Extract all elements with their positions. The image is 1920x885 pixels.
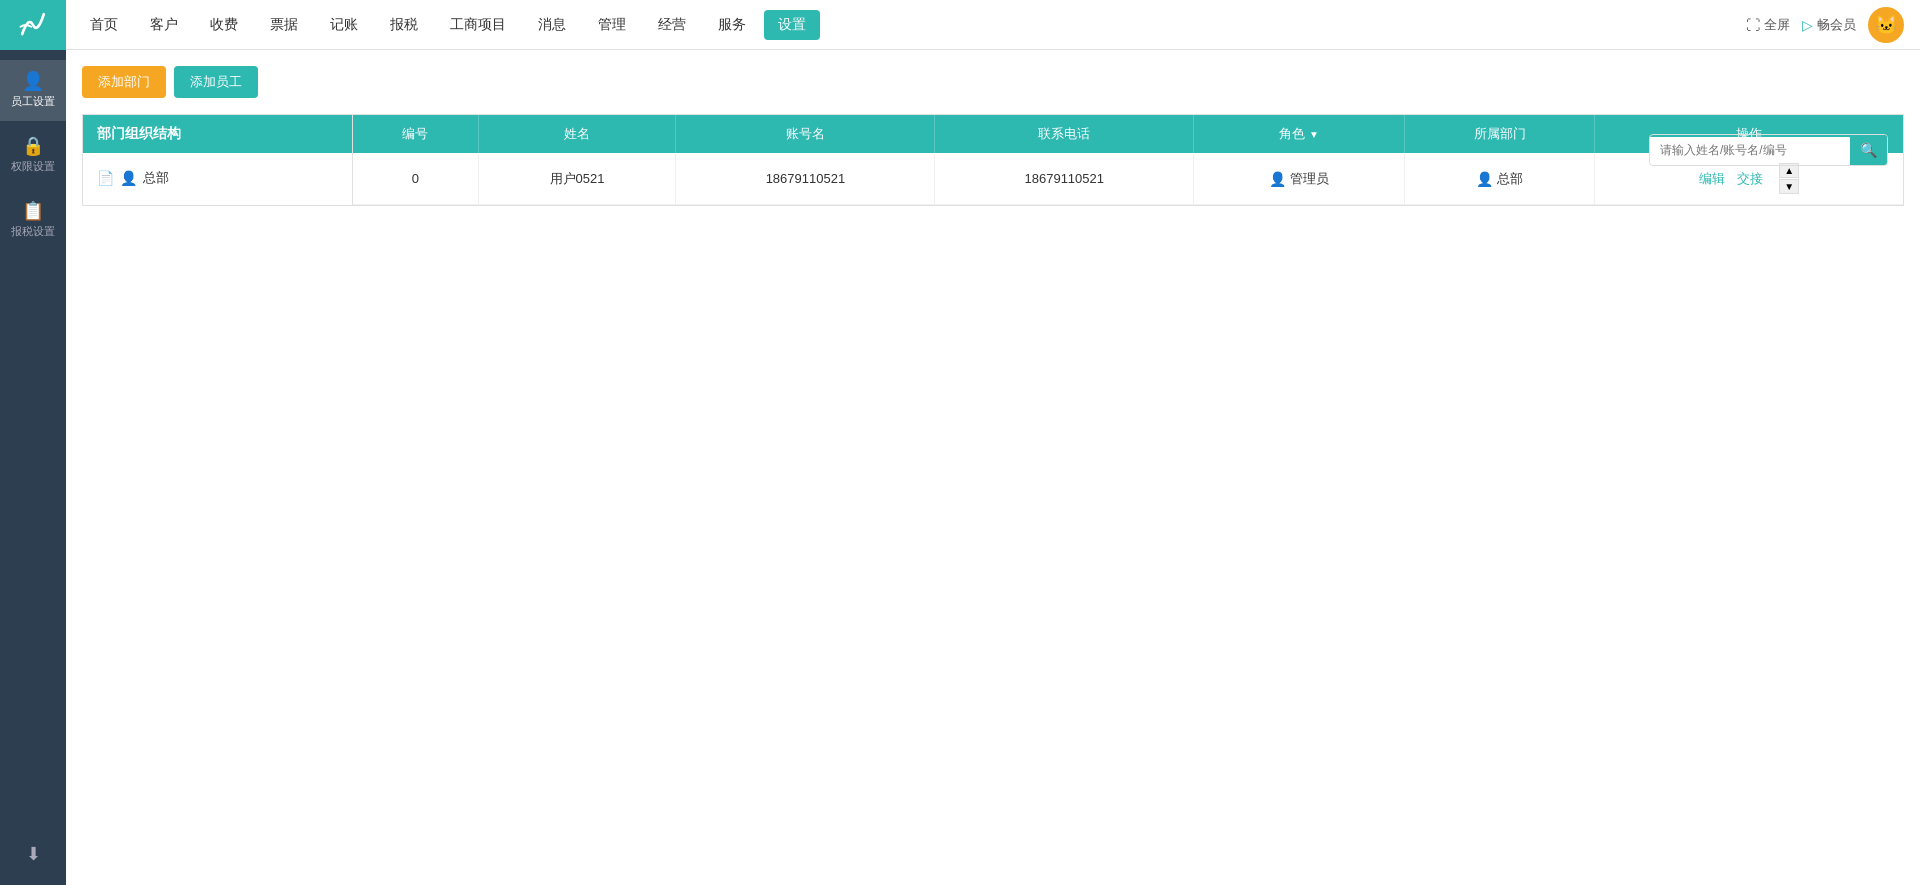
tree-body: 📄 👤 总部 [83,153,352,203]
dept-user-icon: 👤 [1476,171,1493,187]
fullscreen-icon: ⛶ [1746,17,1760,33]
search-bar: 🔍 [1649,134,1888,166]
col-account: 账号名 [676,115,935,153]
content-area: 添加部门 添加员工 🔍 部门组织结构 📄 [66,50,1920,885]
dept-label: 总部 [1497,170,1523,188]
cell-dept: 👤 总部 [1404,153,1595,205]
sidebar: 👤 员工设置 🔒 权限设置 📋 报税设置 ⬇ [0,50,66,885]
scroll-down-btn[interactable]: ▼ [1779,179,1799,194]
col-role: 角色 ▼ [1194,115,1405,153]
table-layout: 部门组织结构 📄 👤 总部 编号 [82,114,1904,206]
sidebar-bottom: ⬇ [0,833,66,885]
sidebar-label-tax: 报税设置 [11,224,55,239]
vip-icon: ▷ [1802,17,1813,33]
role-filter-icon[interactable]: ▼ [1309,129,1319,140]
permission-icon: 🔒 [22,137,44,155]
nav-manage[interactable]: 管理 [584,10,640,40]
download-icon: ⬇ [26,845,41,863]
add-dept-button[interactable]: 添加部门 [82,66,166,98]
nav-message[interactable]: 消息 [524,10,580,40]
col-phone: 联系电话 [935,115,1194,153]
nav-customer[interactable]: 客户 [136,10,192,40]
sidebar-label-employee: 员工设置 [11,94,55,109]
tree-item-label: 总部 [143,169,169,187]
edit-link[interactable]: 编辑 [1699,170,1725,188]
fullscreen-btn[interactable]: ⛶ 全屏 [1746,16,1790,34]
nav-settings[interactable]: 设置 [764,10,820,40]
tree-header: 部门组织结构 [83,115,352,153]
nav-bill[interactable]: 票据 [256,10,312,40]
sidebar-label-permission: 权限设置 [11,159,55,174]
nav-right: ⛶ 全屏 ▷ 畅会员 🐱 [1746,7,1920,43]
employee-icon: 👤 [22,72,44,90]
cell-account: 18679110521 [676,153,935,205]
cell-name: 用户0521 [478,153,676,205]
search-input[interactable] [1650,137,1850,163]
role-label: 管理员 [1290,170,1329,188]
transfer-link[interactable]: 交接 [1737,170,1763,188]
tree-panel: 部门组织结构 📄 👤 总部 [83,115,353,205]
col-id: 编号 [353,115,478,153]
nav-service[interactable]: 服务 [704,10,760,40]
file-icon: 📄 [97,170,114,186]
vip-btn[interactable]: ▷ 畅会员 [1802,16,1856,34]
sidebar-item-permission[interactable]: 🔒 权限设置 [0,125,66,186]
content-wrapper: 添加部门 添加员工 🔍 部门组织结构 📄 [82,66,1904,206]
col-dept: 所属部门 [1404,115,1595,153]
top-nav: 首页 客户 收费 票据 记账 报税 工商项目 消息 管理 经营 服务 设置 ⛶ … [0,0,1920,50]
add-employee-button[interactable]: 添加员工 [174,66,258,98]
nav-tax[interactable]: 报税 [376,10,432,40]
vip-label: 畅会员 [1817,16,1856,34]
nav-operation[interactable]: 经营 [644,10,700,40]
logo [0,0,66,50]
col-name: 姓名 [478,115,676,153]
tax-settings-icon: 📋 [22,202,44,220]
tree-item-headquarters[interactable]: 📄 👤 总部 [93,163,342,193]
nav-account[interactable]: 记账 [316,10,372,40]
cell-role: 👤 管理员 [1194,153,1405,205]
nav-fee[interactable]: 收费 [196,10,252,40]
nav-items: 首页 客户 收费 票据 记账 报税 工商项目 消息 管理 经营 服务 设置 [66,10,1746,40]
sidebar-download[interactable]: ⬇ [0,833,66,875]
avatar[interactable]: 🐱 [1868,7,1904,43]
search-button[interactable]: 🔍 [1850,135,1887,165]
nav-business[interactable]: 工商项目 [436,10,520,40]
fullscreen-label: 全屏 [1764,16,1790,34]
cell-phone: 18679110521 [935,153,1194,205]
toolbar: 添加部门 添加员工 🔍 [82,66,1904,98]
nav-home[interactable]: 首页 [76,10,132,40]
search-icon: 🔍 [1860,142,1877,158]
tree-user-icon: 👤 [120,170,137,186]
sidebar-item-tax-settings[interactable]: 📋 报税设置 [0,190,66,251]
cell-id: 0 [353,153,478,205]
sidebar-item-employee[interactable]: 👤 员工设置 [0,60,66,121]
main-layout: 👤 员工设置 🔒 权限设置 📋 报税设置 ⬇ 添加部门 添加员工 [0,50,1920,885]
role-user-icon: 👤 [1269,171,1286,187]
